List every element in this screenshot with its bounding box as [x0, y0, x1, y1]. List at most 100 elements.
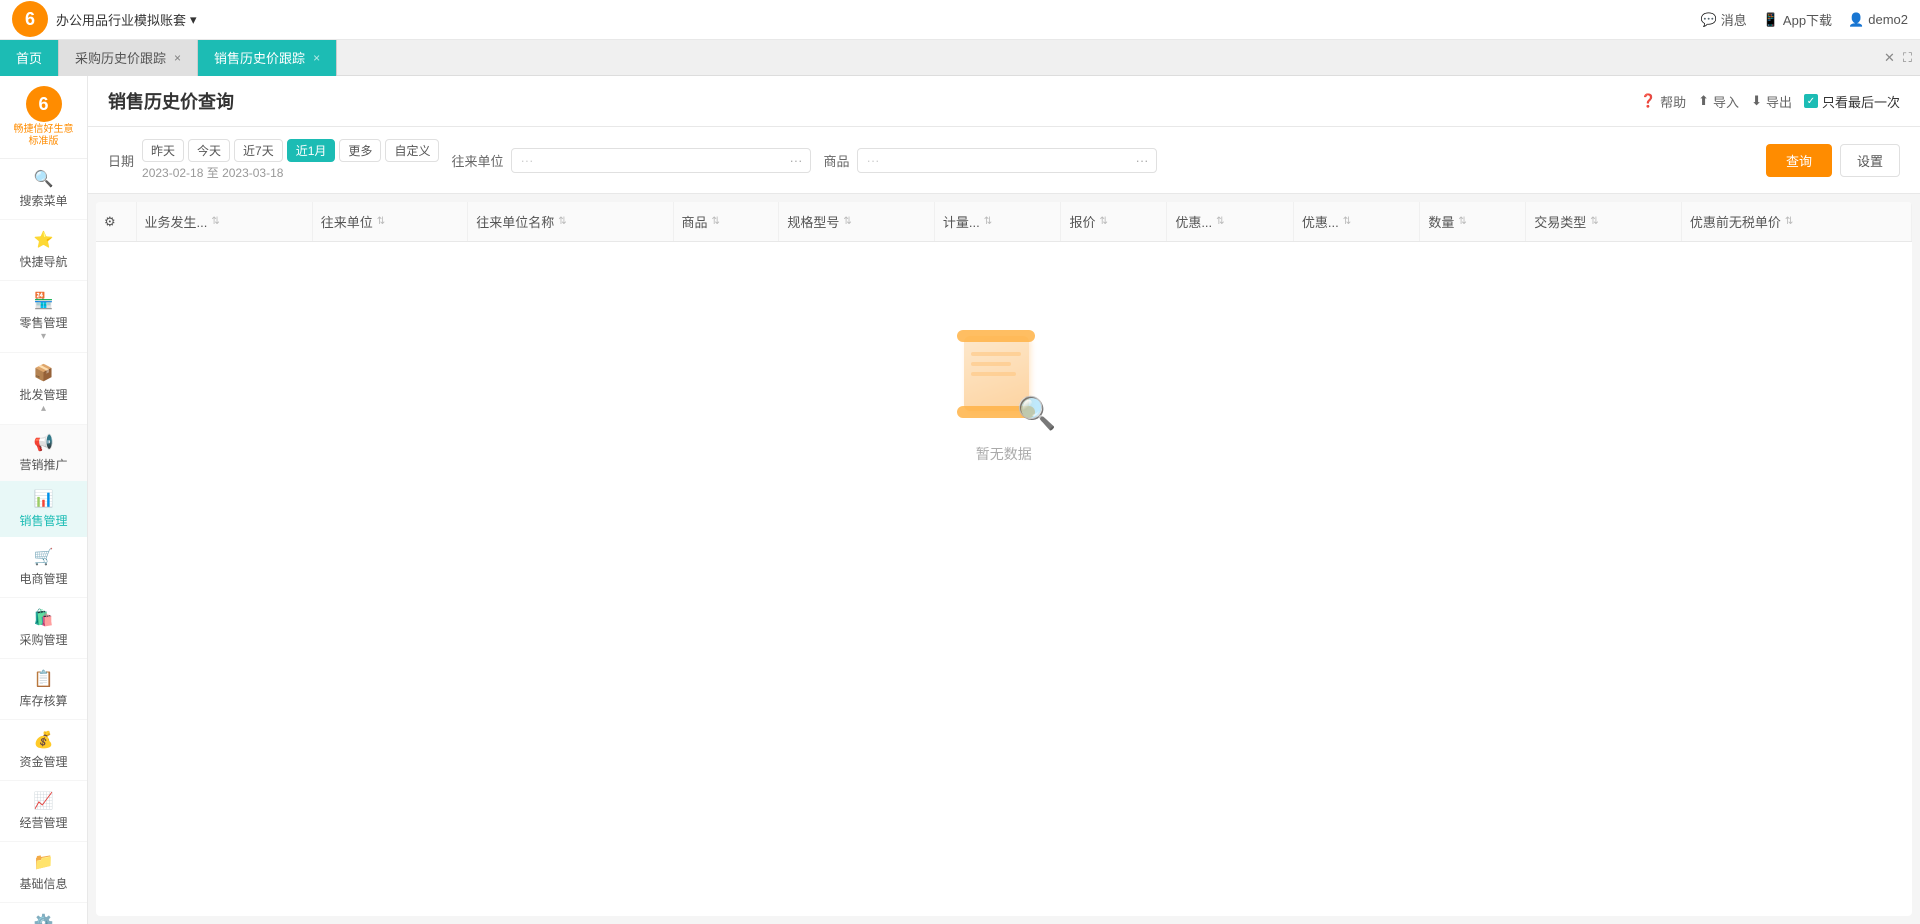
col-biz-date[interactable]: 业务发生... ⇅: [136, 202, 312, 242]
tab-sales-history[interactable]: 销售历史价跟踪 ×: [198, 40, 337, 76]
sidebar-item-operations-label: 经营管理: [19, 814, 67, 831]
sidebar-item-inventory-label: 库存核算: [19, 692, 67, 709]
sidebar-logo-icon: 6: [26, 86, 62, 122]
import-action[interactable]: ⬆ 导入: [1698, 92, 1739, 111]
date-filter-col: 昨天 今天 近7天 近1月 更多 自定义 2023-02-18 至 2023-0…: [142, 139, 439, 181]
wholesale-icon: 📦: [34, 363, 54, 383]
col-partner-name-label: 往来单位名称: [476, 212, 554, 231]
ecommerce-icon: 🛒: [34, 547, 54, 567]
sidebar-item-search-menu-label: 搜索菜单: [19, 192, 67, 209]
basic-info-icon: 📁: [34, 852, 54, 872]
sort-icon: ⇅: [1099, 216, 1107, 227]
message-icon: 💬: [1701, 12, 1717, 28]
page-header: 销售历史价查询 ❓ 帮助 ⬆ 导入 ⬇ 导出 ✓: [88, 76, 1920, 127]
settings-button[interactable]: 设置: [1840, 144, 1900, 177]
message-link[interactable]: 💬 消息: [1701, 10, 1747, 29]
col-spec[interactable]: 规格型号 ⇅: [779, 202, 935, 242]
sidebar-item-sales-mgmt[interactable]: 📊 销售管理: [0, 481, 87, 537]
marketing-icon: 📢: [34, 433, 54, 453]
col-quote[interactable]: 报价 ⇅: [1061, 202, 1167, 242]
col-settings[interactable]: ⚙: [96, 202, 136, 242]
sidebar-item-basic-info-label: 基础信息: [19, 875, 67, 892]
date-btn-7days[interactable]: 近7天: [234, 139, 283, 162]
sidebar-item-inventory[interactable]: 📋 库存核算: [0, 659, 87, 720]
col-trade-type-label: 交易类型: [1534, 212, 1586, 231]
col-quote-label: 报价: [1069, 212, 1095, 231]
sidebar-item-operations[interactable]: 📈 经营管理: [0, 781, 87, 842]
sidebar-item-purchase[interactable]: 🛍️ 采购管理: [0, 598, 87, 659]
chevron-down-icon: ▾: [41, 331, 46, 342]
table-header-row: ⚙ 业务发生... ⇅ 往来单位: [96, 202, 1912, 242]
date-btn-yesterday[interactable]: 昨天: [142, 139, 184, 162]
col-qty[interactable]: 数量 ⇅: [1420, 202, 1526, 242]
page-title: 销售历史价查询: [108, 88, 234, 126]
tab-sales-history-close[interactable]: ×: [313, 51, 320, 65]
sales-icon: 📊: [34, 489, 54, 509]
sidebar-item-search-menu[interactable]: 🔍 搜索菜单: [0, 159, 87, 220]
table-body: 🔍 暂无数据: [96, 242, 1912, 545]
import-label: 导入: [1713, 92, 1739, 111]
product-filter-label: 商品: [823, 151, 849, 170]
date-btn-custom[interactable]: 自定义: [385, 139, 439, 162]
col-discount1-label: 优惠...: [1175, 212, 1212, 231]
sidebar-item-marketing[interactable]: 📢 营销推广: [0, 425, 87, 481]
sort-icon: ⇅: [843, 216, 851, 227]
date-btn-1month[interactable]: 近1月: [287, 139, 336, 162]
sort-icon: ⇅: [1343, 216, 1351, 227]
col-unit[interactable]: 计量... ⇅: [934, 202, 1061, 242]
sidebar-item-finance[interactable]: 💰 资金管理: [0, 720, 87, 781]
system-icon: ⚙️: [34, 913, 54, 924]
date-btn-today[interactable]: 今天: [188, 139, 230, 162]
tab-purchase-history[interactable]: 采购历史价跟踪 ×: [59, 40, 198, 76]
col-pretax-price[interactable]: 优惠前无税单价 ⇅: [1681, 202, 1911, 242]
content-area: 销售历史价查询 ❓ 帮助 ⬆ 导入 ⬇ 导出 ✓: [88, 76, 1920, 924]
only-last-checkbox[interactable]: ✓ 只看最后一次: [1804, 92, 1900, 111]
chevron-down-icon: ▾: [190, 12, 197, 28]
sort-icon: ⇅: [1458, 216, 1466, 227]
maximize-icon[interactable]: ⛶: [1903, 50, 1912, 66]
gear-icon: ⚙: [104, 214, 116, 229]
col-product[interactable]: 商品 ⇅: [673, 202, 779, 242]
col-trade-type[interactable]: 交易类型 ⇅: [1526, 202, 1682, 242]
col-discount1[interactable]: 优惠... ⇅: [1167, 202, 1294, 242]
partner-input-placeholder: ···: [520, 153, 533, 168]
sidebar-item-system[interactable]: ⚙️ 系统管理: [0, 903, 87, 924]
col-discount2[interactable]: 优惠... ⇅: [1293, 202, 1420, 242]
help-action[interactable]: ❓ 帮助: [1640, 92, 1686, 111]
query-button[interactable]: 查询: [1766, 144, 1832, 177]
product-input[interactable]: ··· ···: [857, 148, 1157, 173]
sidebar-item-basic-info[interactable]: 📁 基础信息: [0, 842, 87, 903]
export-action[interactable]: ⬇ 导出: [1751, 92, 1792, 111]
product-input-placeholder: ···: [866, 153, 879, 168]
sidebar-item-ecommerce-label: 电商管理: [19, 570, 67, 587]
tab-home[interactable]: 首页: [0, 40, 59, 76]
checkbox-checked-icon: ✓: [1804, 94, 1818, 108]
search-icon: 🔍: [34, 169, 54, 189]
date-range-text: 2023-02-18 至 2023-03-18: [142, 164, 439, 181]
partner-input[interactable]: ··· ···: [511, 148, 811, 173]
page-header-actions: ❓ 帮助 ⬆ 导入 ⬇ 导出 ✓ 只看最后一次: [1640, 92, 1900, 123]
sidebar-item-ecommerce[interactable]: 🛒 电商管理: [0, 537, 87, 598]
workspace-name: 办公用品行业模拟账套: [56, 10, 186, 29]
col-partner-name[interactable]: 往来单位名称 ⇅: [468, 202, 673, 242]
sidebar-item-quick-nav[interactable]: ⭐ 快捷导航: [0, 220, 87, 281]
sidebar-item-wholesale[interactable]: 📦 批发管理 ▴: [0, 353, 87, 425]
date-btn-more[interactable]: 更多: [339, 139, 381, 162]
import-icon: ⬆: [1698, 93, 1709, 109]
close-all-icon[interactable]: ✕: [1884, 50, 1895, 66]
workspace-selector[interactable]: 办公用品行业模拟账套 ▾: [56, 10, 197, 29]
user-avatar[interactable]: 👤 demo2: [1848, 12, 1908, 28]
tab-purchase-history-close[interactable]: ×: [174, 51, 181, 65]
sidebar-item-marketing-label: 营销推广: [19, 456, 67, 473]
partner-filter-label: 往来单位: [451, 151, 503, 170]
logo-icon: 6: [12, 1, 48, 37]
sort-icon: ⇅: [558, 216, 566, 227]
only-last-label: 只看最后一次: [1822, 92, 1900, 111]
sidebar-item-retail[interactable]: 🏪 零售管理 ▾: [0, 281, 87, 353]
app-download-link[interactable]: 📱 App下载: [1763, 10, 1832, 29]
download-icon: 📱: [1763, 12, 1779, 28]
col-partner-code[interactable]: 往来单位 ⇅: [312, 202, 468, 242]
col-qty-label: 数量: [1428, 212, 1454, 231]
sidebar-item-purchase-label: 采购管理: [19, 631, 67, 648]
filter-actions: 查询 设置: [1766, 144, 1900, 177]
